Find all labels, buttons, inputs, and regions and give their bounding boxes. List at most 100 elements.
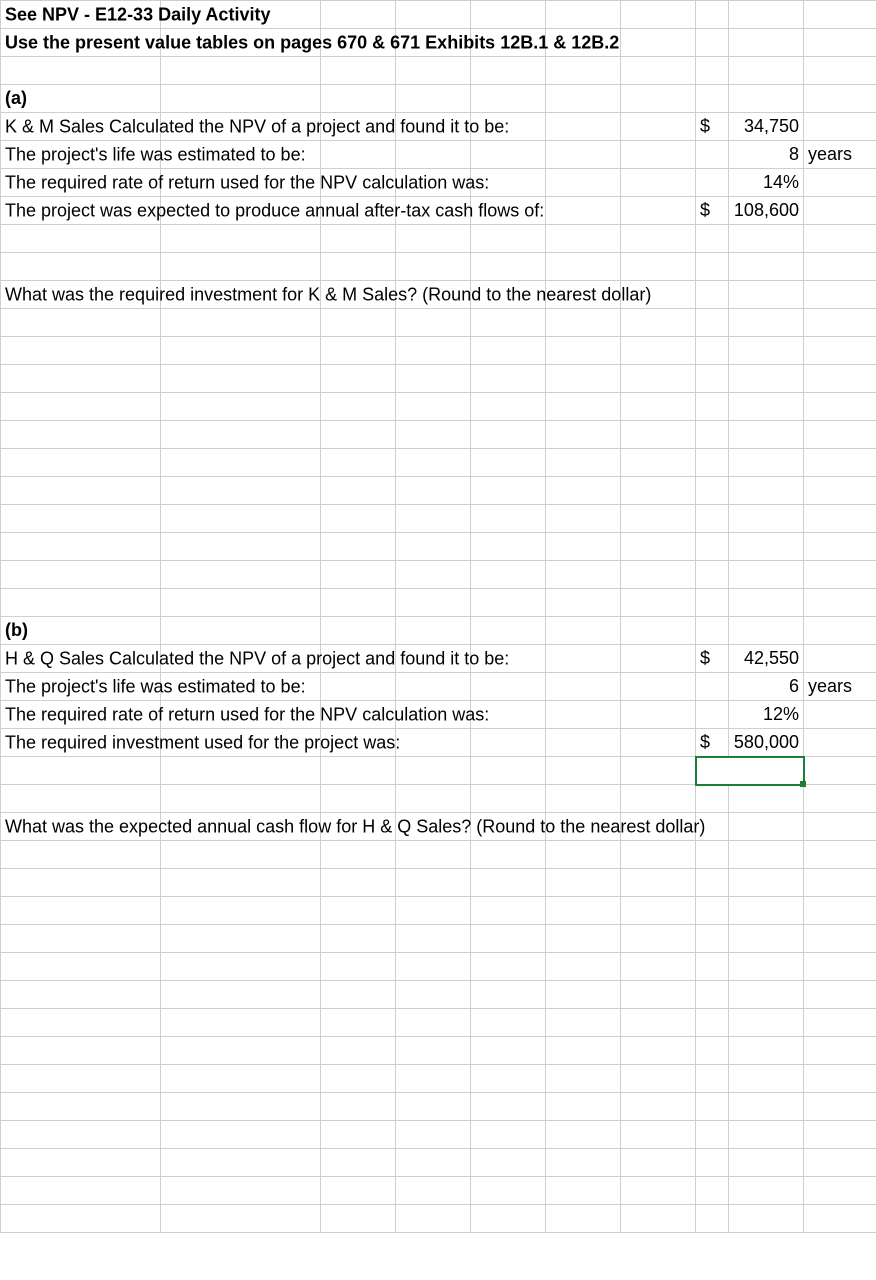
cell[interactable] (471, 365, 546, 393)
cell[interactable] (396, 981, 471, 1009)
cell[interactable] (321, 897, 396, 925)
cell[interactable] (1, 1037, 161, 1065)
cell[interactable] (321, 337, 396, 365)
cell[interactable] (696, 897, 729, 925)
cell[interactable] (396, 225, 471, 253)
cell-a-line2-unit[interactable]: years (804, 141, 876, 169)
cell[interactable] (621, 337, 696, 365)
cell-b-line4-symbol[interactable]: $ (696, 729, 729, 757)
cell[interactable] (621, 1009, 696, 1037)
cell[interactable] (546, 309, 621, 337)
cell[interactable] (696, 953, 729, 981)
cell[interactable] (804, 29, 876, 57)
cell[interactable] (396, 57, 471, 85)
cell[interactable] (729, 1093, 804, 1121)
cell[interactable] (804, 337, 876, 365)
cell[interactable] (621, 533, 696, 561)
cell[interactable] (621, 309, 696, 337)
cell[interactable] (621, 925, 696, 953)
cell[interactable] (696, 57, 729, 85)
cell[interactable] (546, 365, 621, 393)
cell[interactable] (804, 1093, 876, 1121)
cell[interactable] (729, 785, 804, 813)
cell[interactable] (321, 421, 396, 449)
cell[interactable] (729, 29, 804, 57)
cell[interactable] (396, 253, 471, 281)
cell[interactable] (546, 589, 621, 617)
cell[interactable] (729, 1149, 804, 1177)
cell[interactable] (729, 505, 804, 533)
cell[interactable] (621, 617, 696, 645)
cell[interactable] (471, 1121, 546, 1149)
cell[interactable] (804, 421, 876, 449)
cell[interactable] (396, 953, 471, 981)
cell[interactable] (696, 1149, 729, 1177)
cell[interactable] (471, 561, 546, 589)
cell[interactable] (696, 841, 729, 869)
cell[interactable] (804, 281, 876, 309)
cell[interactable] (696, 785, 729, 813)
cell[interactable] (396, 393, 471, 421)
cell[interactable] (546, 477, 621, 505)
cell[interactable] (471, 57, 546, 85)
cell[interactable] (471, 477, 546, 505)
cell[interactable] (1, 533, 161, 561)
cell[interactable] (1, 393, 161, 421)
cell[interactable] (161, 505, 321, 533)
cell[interactable] (696, 449, 729, 477)
cell[interactable] (471, 673, 546, 701)
cell[interactable] (161, 477, 321, 505)
cell[interactable] (1, 477, 161, 505)
cell[interactable] (161, 1205, 321, 1233)
cell[interactable] (471, 309, 546, 337)
cell[interactable] (729, 897, 804, 925)
cell[interactable] (321, 449, 396, 477)
cell[interactable] (321, 925, 396, 953)
cell[interactable] (621, 253, 696, 281)
cell[interactable] (696, 1093, 729, 1121)
cell[interactable] (161, 533, 321, 561)
cell[interactable] (161, 1149, 321, 1177)
cell[interactable] (729, 449, 804, 477)
cell[interactable] (471, 589, 546, 617)
cell[interactable] (546, 1065, 621, 1093)
cell[interactable] (396, 757, 471, 785)
cell[interactable] (161, 225, 321, 253)
cell[interactable] (696, 169, 729, 197)
cell[interactable] (804, 785, 876, 813)
cell[interactable] (471, 85, 546, 113)
cell[interactable] (161, 421, 321, 449)
cell[interactable] (696, 1121, 729, 1149)
cell[interactable] (321, 1149, 396, 1177)
cell[interactable] (396, 1093, 471, 1121)
cell[interactable] (804, 477, 876, 505)
cell[interactable] (396, 1149, 471, 1177)
cell[interactable] (621, 1121, 696, 1149)
cell[interactable] (696, 673, 729, 701)
cell[interactable] (471, 897, 546, 925)
cell[interactable] (1, 925, 161, 953)
cell[interactable] (321, 1121, 396, 1149)
cell[interactable] (621, 953, 696, 981)
cell[interactable] (546, 1149, 621, 1177)
cell[interactable] (1, 561, 161, 589)
cell[interactable] (471, 1009, 546, 1037)
cell[interactable] (729, 1, 804, 29)
cell[interactable] (1, 253, 161, 281)
cell[interactable] (804, 393, 876, 421)
cell[interactable] (729, 281, 804, 309)
cell[interactable] (1, 1093, 161, 1121)
cell[interactable] (161, 337, 321, 365)
cell-title1[interactable]: See NPV - E12-33 Daily Activity (1, 1, 161, 29)
cell[interactable] (321, 561, 396, 589)
cell[interactable] (1, 841, 161, 869)
cell[interactable] (621, 1065, 696, 1093)
cell[interactable] (396, 1065, 471, 1093)
cell[interactable] (546, 337, 621, 365)
cell[interactable] (546, 757, 621, 785)
cell[interactable] (696, 1205, 729, 1233)
cell[interactable] (729, 85, 804, 113)
cell[interactable] (321, 757, 396, 785)
cell-b-line2-value[interactable]: 6 (729, 673, 804, 701)
cell[interactable] (1, 449, 161, 477)
